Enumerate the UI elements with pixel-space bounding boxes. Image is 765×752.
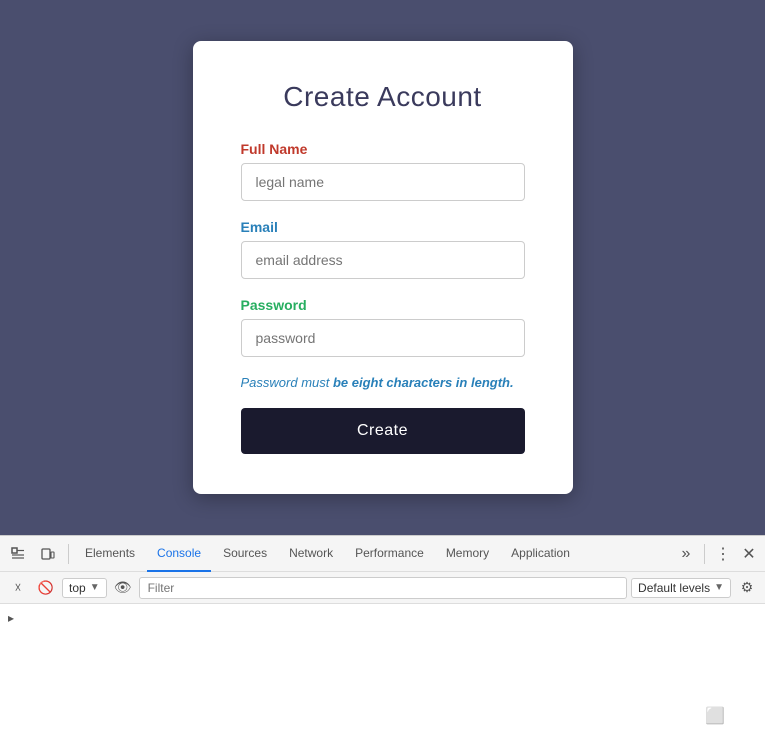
tab-console[interactable]: Console [147,536,211,572]
email-input[interactable] [241,241,525,279]
password-hint: Password must be eight characters in len… [241,375,525,390]
password-label: Password [241,297,525,313]
full-name-label: Full Name [241,141,525,157]
password-hint-bold: be eight characters in length. [333,375,514,390]
log-levels-selector[interactable]: Default levels ▼ [631,578,731,598]
tab-memory[interactable]: Memory [436,536,499,572]
create-button[interactable]: Create [241,408,525,454]
context-value: top [69,581,86,595]
devtools-close-button[interactable]: ✕ [737,540,761,568]
more-tabs-button[interactable]: » [674,540,698,568]
context-selector[interactable]: top ▼ [62,578,107,598]
password-group: Password [241,297,525,357]
tab-performance[interactable]: Performance [345,536,434,572]
console-toolbar: ☓ 🚫 top ▼ 👁 Default levels ▼ ⚙ [0,572,765,604]
tab-network[interactable]: Network [279,536,343,572]
clear-console-button[interactable]: ☓ [6,576,30,600]
console-settings-button[interactable]: ⚙ [735,576,759,600]
full-name-group: Full Name [241,141,525,201]
toolbar-separator-2 [704,544,705,564]
inspect-element-button[interactable] [4,540,32,568]
tab-sources[interactable]: Sources [213,536,277,572]
toolbar-separator [68,544,69,564]
create-account-card: Create Account Full Name Email Password … [193,41,573,494]
full-name-input[interactable] [241,163,525,201]
context-dropdown-icon: ▼ [90,582,100,593]
email-label: Email [241,219,525,235]
password-input[interactable] [241,319,525,357]
card-title: Create Account [241,81,525,113]
console-content: ▸ [0,604,765,752]
console-prompt-icon[interactable]: ▸ [8,611,14,625]
default-levels-label: Default levels [638,581,710,595]
device-toolbar-button[interactable] [34,540,62,568]
main-page: Create Account Full Name Email Password … [0,0,765,535]
tab-application[interactable]: Application [501,536,580,572]
email-group: Email [241,219,525,279]
devtools-panel: Elements Console Sources Network Perform… [0,535,765,752]
tab-elements[interactable]: Elements [75,536,145,572]
devtools-menu-button[interactable]: ⋮ [711,540,735,568]
devtools-tabbar: Elements Console Sources Network Perform… [0,536,765,572]
block-requests-button[interactable]: 🚫 [34,576,58,600]
console-filter-input[interactable] [139,577,627,599]
log-levels-dropdown-icon: ▼ [714,582,724,593]
show-live-expressions-button[interactable]: 👁 [111,576,135,600]
